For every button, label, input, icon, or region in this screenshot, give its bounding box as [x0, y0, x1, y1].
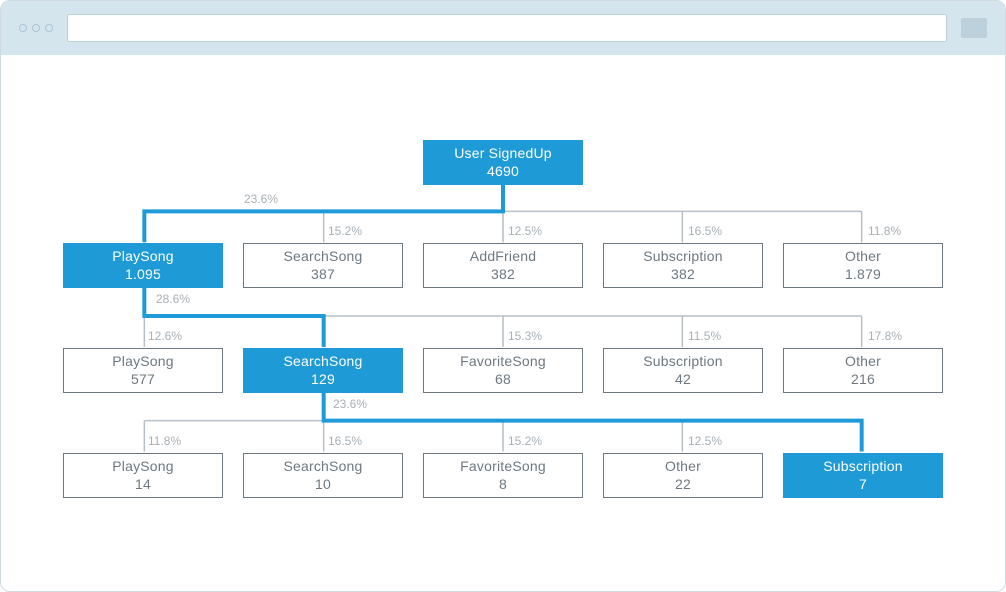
- node-value: 14: [64, 476, 222, 494]
- window-controls: [19, 24, 53, 32]
- edge-pct: 11.5%: [688, 329, 721, 343]
- node-label: Other: [604, 458, 762, 476]
- node-l1-2[interactable]: AddFriend 382: [423, 243, 583, 288]
- node-label: Subscription: [604, 353, 762, 371]
- edge-pct: 23.6%: [333, 397, 367, 411]
- connector-lines: [1, 55, 1005, 591]
- window-dot-icon: [32, 24, 40, 32]
- node-root[interactable]: User SignedUp 4690: [423, 140, 583, 185]
- edge-pct: 15.2%: [508, 434, 542, 448]
- node-value: 7: [784, 476, 942, 494]
- node-l3-2[interactable]: FavoriteSong 8: [423, 453, 583, 498]
- node-label: PlaySong: [64, 248, 222, 266]
- window-dot-icon: [45, 24, 53, 32]
- edge-pct: 11.8%: [868, 224, 901, 238]
- node-value: 42: [604, 371, 762, 389]
- node-label: Other: [784, 248, 942, 266]
- window-dot-icon: [19, 24, 27, 32]
- node-l2-2[interactable]: FavoriteSong 68: [423, 348, 583, 393]
- edge-pct: 12.5%: [688, 434, 722, 448]
- node-value: 216: [784, 371, 942, 389]
- node-value: 4690: [424, 163, 582, 181]
- node-label: PlaySong: [64, 458, 222, 476]
- edge-pct: 16.5%: [328, 434, 362, 448]
- node-l3-4[interactable]: Subscription 7: [783, 453, 943, 498]
- browser-frame: User SignedUp 4690 23.6% 15.2% 12.5% 16.…: [0, 0, 1006, 592]
- node-l1-1[interactable]: SearchSong 387: [243, 243, 403, 288]
- node-label: SearchSong: [244, 353, 402, 371]
- node-value: 387: [244, 266, 402, 284]
- edge-pct: 28.6%: [156, 292, 190, 306]
- menu-button[interactable]: [961, 18, 987, 38]
- node-label: PlaySong: [64, 353, 222, 371]
- node-l2-1[interactable]: SearchSong 129: [243, 348, 403, 393]
- node-label: FavoriteSong: [424, 458, 582, 476]
- node-l3-3[interactable]: Other 22: [603, 453, 763, 498]
- node-l3-0[interactable]: PlaySong 14: [63, 453, 223, 498]
- edge-pct: 16.5%: [688, 224, 722, 238]
- node-l1-3[interactable]: Subscription 382: [603, 243, 763, 288]
- node-label: AddFriend: [424, 248, 582, 266]
- flow-canvas: User SignedUp 4690 23.6% 15.2% 12.5% 16.…: [1, 55, 1005, 591]
- node-value: 577: [64, 371, 222, 389]
- node-value: 22: [604, 476, 762, 494]
- edge-pct: 23.6%: [244, 192, 278, 206]
- node-label: Subscription: [784, 458, 942, 476]
- edge-pct: 12.5%: [508, 224, 542, 238]
- node-l2-4[interactable]: Other 216: [783, 348, 943, 393]
- node-value: 1.879: [784, 266, 942, 284]
- node-l1-0[interactable]: PlaySong 1.095: [63, 243, 223, 288]
- edge-pct: 17.8%: [868, 329, 902, 343]
- node-value: 68: [424, 371, 582, 389]
- node-label: User SignedUp: [424, 145, 582, 163]
- node-value: 1.095: [64, 266, 222, 284]
- node-label: Subscription: [604, 248, 762, 266]
- node-value: 382: [604, 266, 762, 284]
- edge-pct: 12.6%: [148, 329, 182, 343]
- node-l1-4[interactable]: Other 1.879: [783, 243, 943, 288]
- node-value: 382: [424, 266, 582, 284]
- browser-toolbar: [1, 1, 1005, 55]
- node-value: 10: [244, 476, 402, 494]
- node-label: Other: [784, 353, 942, 371]
- node-value: 129: [244, 371, 402, 389]
- node-label: FavoriteSong: [424, 353, 582, 371]
- url-input[interactable]: [67, 14, 947, 42]
- node-l3-1[interactable]: SearchSong 10: [243, 453, 403, 498]
- node-l2-0[interactable]: PlaySong 577: [63, 348, 223, 393]
- edge-pct: 15.2%: [328, 224, 362, 238]
- node-label: SearchSong: [244, 248, 402, 266]
- node-l2-3[interactable]: Subscription 42: [603, 348, 763, 393]
- edge-pct: 15.3%: [508, 329, 542, 343]
- edge-pct: 11.8%: [148, 434, 181, 448]
- node-value: 8: [424, 476, 582, 494]
- node-label: SearchSong: [244, 458, 402, 476]
